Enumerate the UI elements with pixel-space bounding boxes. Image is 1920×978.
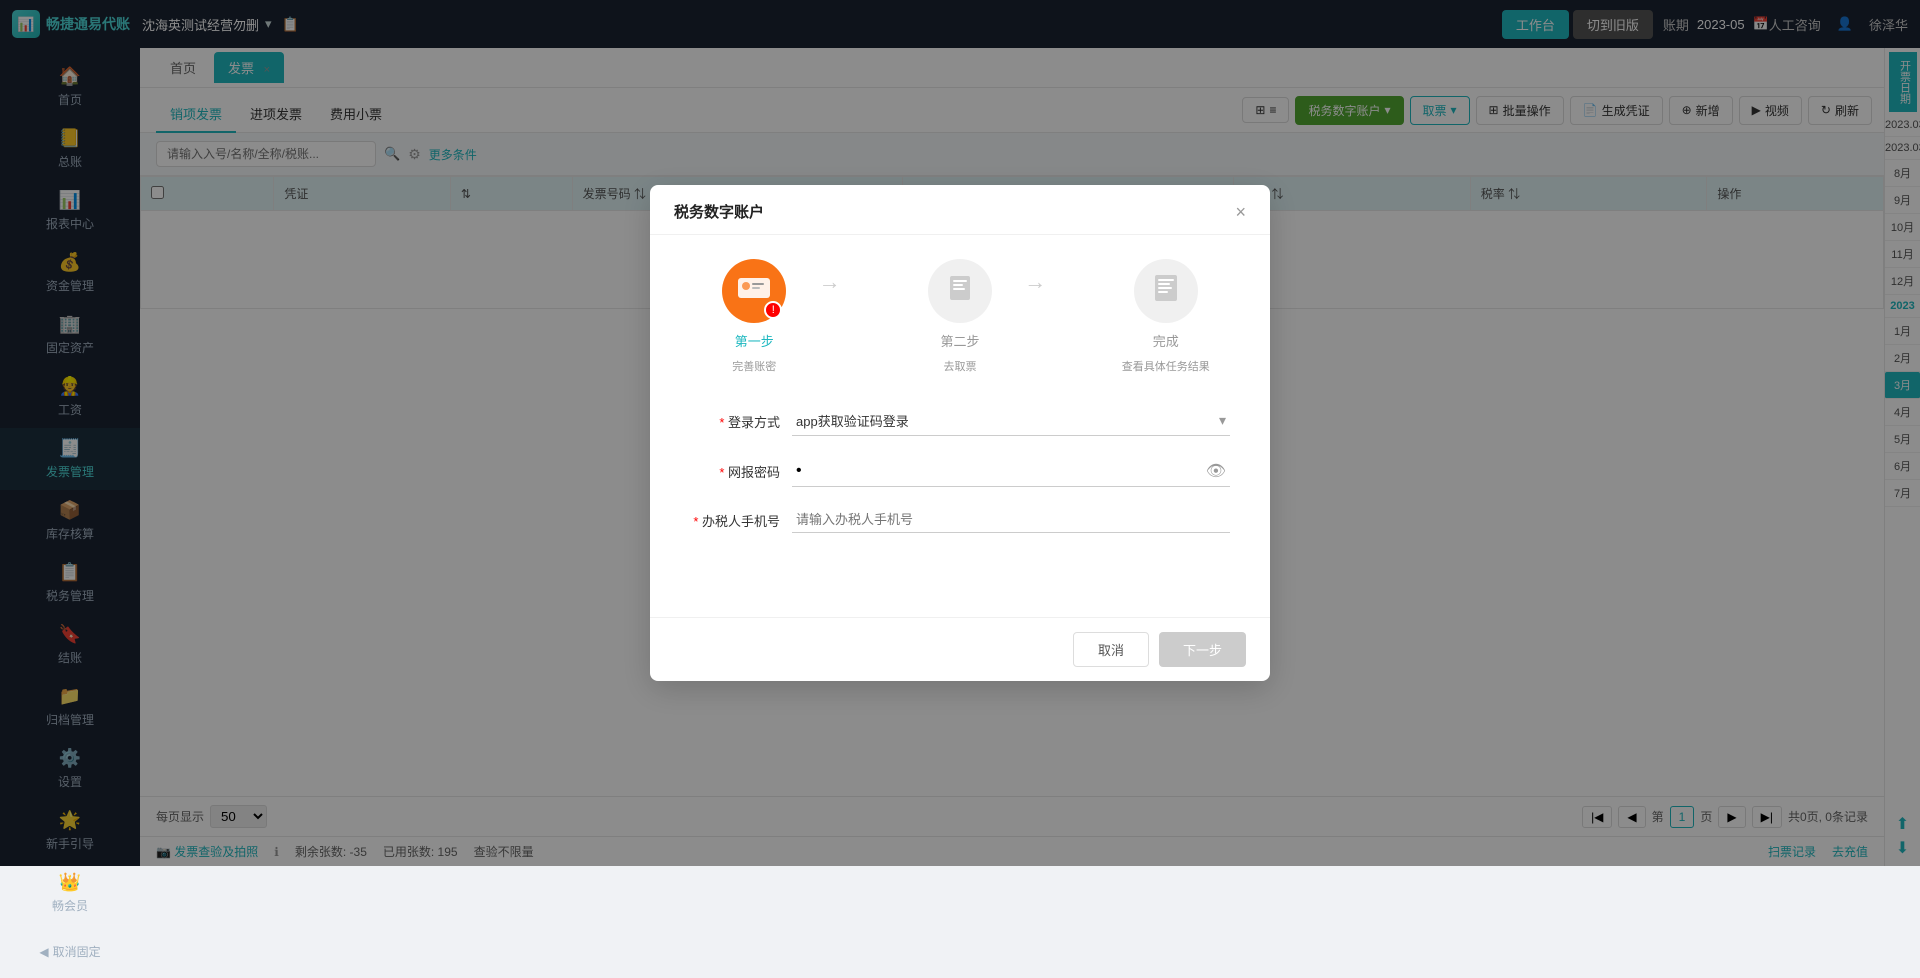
step-1: ! 第一步 完善账密: [690, 259, 819, 374]
cancel-fixed-label: 取消固定: [53, 943, 101, 960]
password-input[interactable]: [796, 462, 1206, 480]
login-method-row: 登录方式 app获取验证码登录 ▾: [690, 406, 1230, 436]
login-method-value: app获取验证码登录: [796, 411, 1219, 430]
phone-label: 办税人手机号: [690, 511, 780, 530]
steps-indicator: ! 第一步 完善账密 →: [690, 259, 1230, 374]
step-connector-2: →: [1024, 259, 1101, 295]
modal-spacer: [690, 553, 1230, 593]
phone-input[interactable]: [792, 507, 1230, 533]
step-3: 完成 查看具体任务结果: [1101, 259, 1230, 374]
sidebar-item-label: 畅会员: [52, 897, 88, 914]
modal-close-btn[interactable]: ×: [1235, 203, 1246, 221]
step-connector-1: →: [819, 259, 896, 295]
step-2-icon-wrap: [928, 259, 992, 323]
sidebar-bottom: ◀ 取消固定: [0, 924, 140, 978]
step-1-label: 第一步: [735, 331, 774, 350]
member-icon: 👑: [59, 872, 81, 893]
step-3-icon: [1150, 272, 1182, 311]
modal-title: 税务数字账户: [674, 201, 764, 222]
password-row: 网报密码 👁: [690, 456, 1230, 487]
step-1-icon-wrap: !: [722, 259, 786, 323]
cancel-fixed-btn[interactable]: ◀ 取消固定: [0, 935, 140, 968]
step-2-desc: 去取票: [944, 358, 977, 374]
step-1-desc: 完善账密: [732, 358, 776, 374]
step-2-icon: [944, 272, 976, 311]
password-label: 网报密码: [690, 462, 780, 481]
cancel-fixed-icon: ◀: [39, 945, 48, 959]
modal-overlay: 税务数字账户 ×: [0, 0, 1920, 866]
step-2: 第二步 去取票: [896, 259, 1025, 374]
next-step-button[interactable]: 下一步: [1159, 632, 1246, 667]
step-3-icon-wrap: [1134, 259, 1198, 323]
modal-footer: 取消 下一步: [650, 617, 1270, 681]
login-method-label: 登录方式: [690, 412, 780, 431]
step-3-label: 完成: [1153, 331, 1179, 350]
login-method-select[interactable]: app获取验证码登录 ▾: [792, 406, 1230, 436]
modal-body: ! 第一步 完善账密 →: [650, 235, 1270, 617]
modal-header: 税务数字账户 ×: [650, 185, 1270, 235]
eye-toggle-icon[interactable]: 👁: [1206, 461, 1226, 481]
password-input-wrap: 👁: [792, 456, 1230, 487]
step-error-icon: !: [764, 301, 782, 319]
step-2-label: 第二步: [941, 331, 980, 350]
phone-row: 办税人手机号: [690, 507, 1230, 533]
cancel-button[interactable]: 取消: [1073, 632, 1149, 667]
step-3-desc: 查看具体任务结果: [1122, 358, 1210, 374]
tax-digital-modal: 税务数字账户 ×: [650, 185, 1270, 681]
select-arrow-icon: ▾: [1219, 412, 1226, 429]
sidebar-item-member[interactable]: 👑 畅会员: [0, 862, 140, 924]
